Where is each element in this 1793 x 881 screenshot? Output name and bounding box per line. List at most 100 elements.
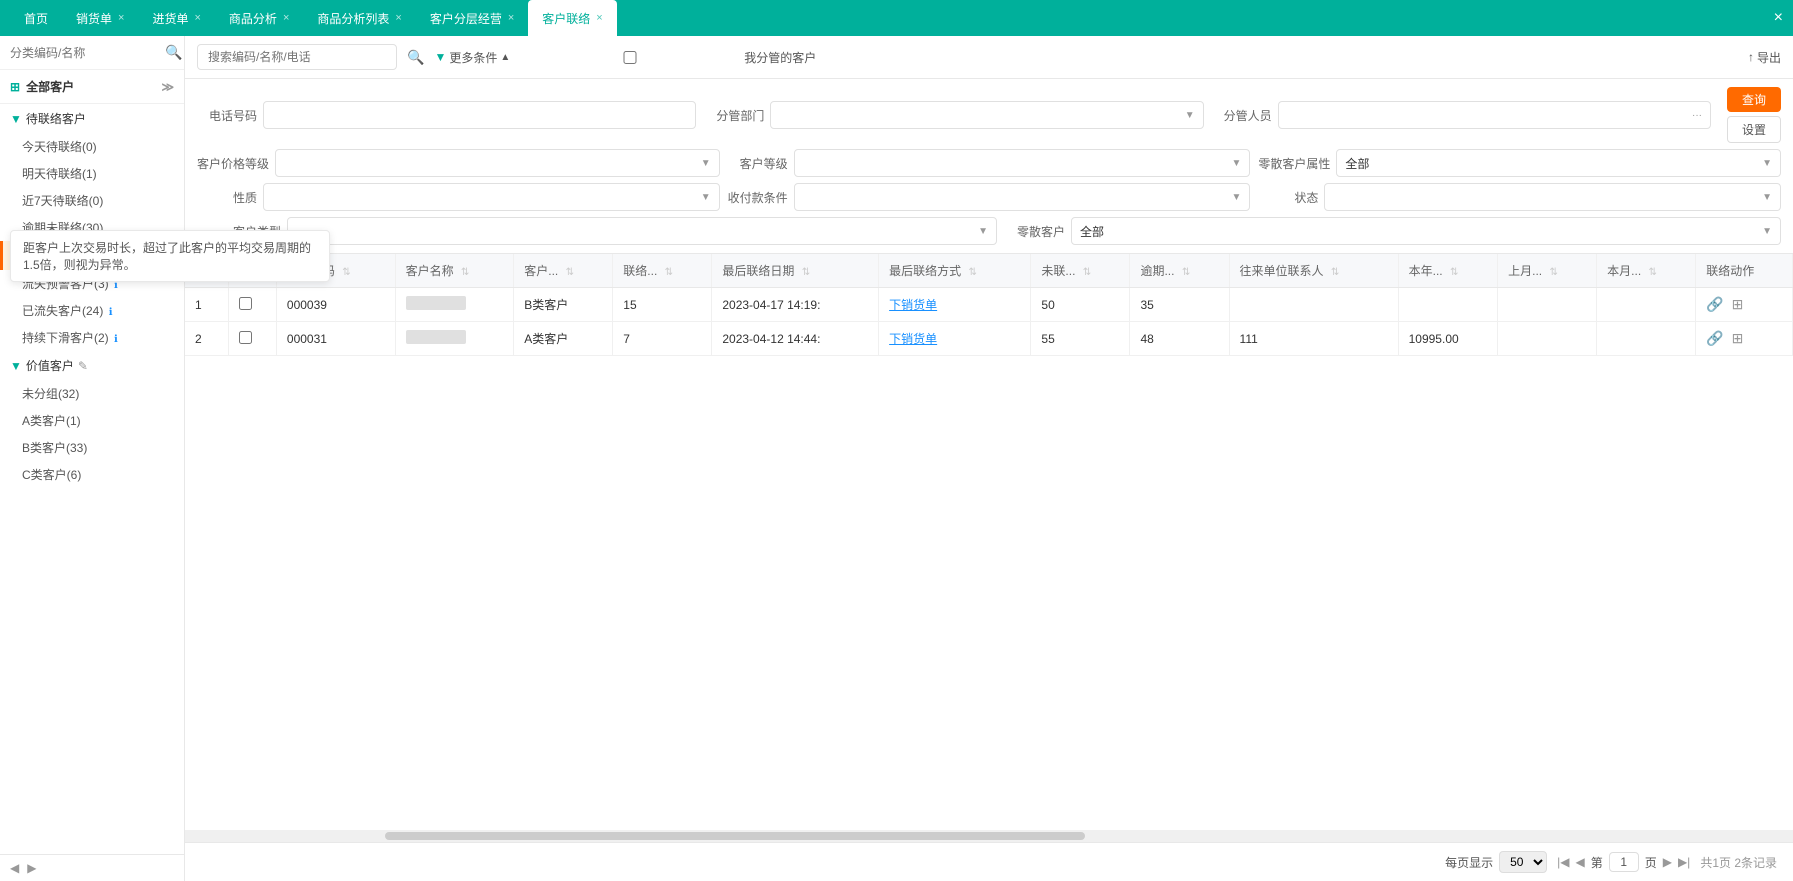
sort-way-icon: ⇅ <box>968 267 976 278</box>
sidebar-collapse-btn[interactable]: ≫ <box>161 80 174 94</box>
settings-button[interactable]: 设置 <box>1727 116 1781 143</box>
my-customer-checkbox[interactable] <box>520 51 740 64</box>
sidebar-nav-right[interactable]: ▶ <box>27 861 36 875</box>
nav-sales-close[interactable]: × <box>118 12 124 24</box>
sidebar-item-a-class[interactable]: A类客户(1) <box>0 407 184 434</box>
row1-link-icon[interactable]: 🔗 <box>1706 296 1723 313</box>
last-page-btn[interactable]: ▶| <box>1678 855 1690 869</box>
sidebar-items-pending: 今天待联络(0) 明天待联络(1) 近7天待联络(0) 逾期未联络(30) <box>0 133 184 241</box>
sidebar-items-repurchase: 流失预警客户(3) ℹ 已流失客户(24) ℹ 持续下滑客户(2) ℹ <box>0 270 184 351</box>
retail-customer-select[interactable]: 全部 ▼ <box>1071 217 1781 245</box>
row1-way[interactable]: 下销货单 <box>879 288 1031 322</box>
sidebar-item-7days[interactable]: 近7天待联络(0) <box>0 187 184 214</box>
prev-page-btn[interactable]: ◀ <box>1575 855 1584 869</box>
filter-retail-attr: 零散客户属性 全部 ▼ <box>1258 149 1781 177</box>
row1-grid-icon[interactable]: ⊞ <box>1732 296 1744 313</box>
customer-type-select[interactable]: ▼ <box>287 217 997 245</box>
retail-attr-select[interactable]: 全部 ▼ <box>1336 149 1781 177</box>
per-page-select[interactable]: 50 <box>1499 851 1547 873</box>
sort-type-icon: ⇅ <box>566 267 574 278</box>
price-level-select[interactable]: ▼ <box>275 149 720 177</box>
dept-arrow: ▼ <box>1185 110 1195 121</box>
col-last-contact-date[interactable]: 最后联络日期 ⇅ <box>712 254 879 288</box>
first-page-btn[interactable]: |◀ <box>1557 855 1569 869</box>
row2-checkbox[interactable] <box>229 322 277 356</box>
phone-input[interactable] <box>263 101 696 129</box>
filter-phone: 电话号码 <box>197 101 696 129</box>
page-num-display[interactable]: 1 <box>1609 852 1639 872</box>
nav-sales[interactable]: 销货单 × <box>62 0 138 36</box>
status-label: 状态 <box>1258 189 1318 206</box>
sidebar-item-declining[interactable]: 持续下滑客户(2) ℹ <box>0 324 184 351</box>
col-last-month[interactable]: 上月... ⇅ <box>1498 254 1597 288</box>
sidebar-group-pending[interactable]: ▼ 待联络客户 <box>0 104 184 133</box>
dept-select[interactable]: ▼ <box>770 101 1203 129</box>
col-this-year[interactable]: 本年... ⇅ <box>1398 254 1498 288</box>
sidebar-item-today[interactable]: 今天待联络(0) <box>0 133 184 160</box>
sidebar-search-area: 🔍 <box>0 36 184 70</box>
scroll-thumb[interactable] <box>385 832 1085 840</box>
nav-analysis-list-close[interactable]: × <box>395 12 401 24</box>
row1-contact: 15 <box>613 288 712 322</box>
sidebar-item-tomorrow[interactable]: 明天待联络(1) <box>0 160 184 187</box>
nav-home[interactable]: 首页 <box>10 0 62 36</box>
nav-customer-tier[interactable]: 客户分层经营 × <box>416 0 528 36</box>
sidebar-group-value[interactable]: ▼ 价值客户 ✎ <box>0 351 184 380</box>
nav-analysis-list[interactable]: 商品分析列表 × <box>303 0 415 36</box>
filter-retail-customer: 零散客户 全部 ▼ <box>1005 217 1781 245</box>
query-button[interactable]: 查询 <box>1727 87 1781 112</box>
col-unit-contacts[interactable]: 往来单位联系人 ⇅ <box>1229 254 1398 288</box>
payment-select[interactable]: ▼ <box>794 183 1251 211</box>
row1-checkbox[interactable] <box>229 288 277 322</box>
nav-customer-tier-close[interactable]: × <box>508 12 514 24</box>
row1-code[interactable]: 000039 <box>276 288 395 322</box>
sidebar-item-lost[interactable]: 已流失客户(24) ℹ <box>0 297 184 324</box>
sort-contact-icon: ⇅ <box>665 267 673 278</box>
more-filter-btn[interactable]: ▼ 更多条件 ▲ <box>434 49 510 66</box>
content-area: 🔍 ▼ 更多条件 ▲ 我分管的客户 ↑ 导出 电话号码 <box>185 36 1793 881</box>
payment-arrow: ▼ <box>1231 192 1241 203</box>
sidebar-nav-left[interactable]: ◀ <box>10 861 19 875</box>
retail-customer-arrow: ▼ <box>1762 226 1772 237</box>
nav-analysis-close[interactable]: × <box>283 12 289 24</box>
search-input[interactable] <box>197 44 397 70</box>
sidebar-search-icon[interactable]: 🔍 <box>165 44 182 61</box>
nav-analysis[interactable]: 商品分析 × <box>215 0 303 36</box>
level-select[interactable]: ▼ <box>794 149 1251 177</box>
row2-unpaid: 55 <box>1031 322 1130 356</box>
row2-way[interactable]: 下销货单 <box>879 322 1031 356</box>
retail-customer-label: 零散客户 <box>1005 223 1065 240</box>
sidebar-item-c-class[interactable]: C类客户(6) <box>0 461 184 488</box>
next-page-btn[interactable]: ▶ <box>1663 855 1672 869</box>
sidebar-search-input[interactable] <box>10 46 165 60</box>
sidebar-item-b-class[interactable]: B类客户(33) <box>0 434 184 461</box>
row2-grid-icon[interactable]: ⊞ <box>1732 330 1744 347</box>
col-name[interactable]: 客户名称 ⇅ <box>395 254 514 288</box>
nav-purchase[interactable]: 进货单 × <box>138 0 214 36</box>
horizontal-scrollbar[interactable] <box>185 830 1793 842</box>
nav-customer-contact-close[interactable]: × <box>596 12 602 24</box>
nav-purchase-close[interactable]: × <box>194 12 200 24</box>
col-type[interactable]: 客户... ⇅ <box>514 254 613 288</box>
row2-select[interactable] <box>239 331 252 344</box>
sidebar-item-ungrouped[interactable]: 未分组(32) <box>0 380 184 407</box>
edit-icon[interactable]: ✎ <box>78 359 88 373</box>
search-button[interactable]: 🔍 <box>407 49 424 66</box>
status-select[interactable]: ▼ <box>1324 183 1781 211</box>
col-overdue[interactable]: 逾期... ⇅ <box>1130 254 1229 288</box>
col-unpaid[interactable]: 未联... ⇅ <box>1031 254 1130 288</box>
my-customer-label[interactable]: 我分管的客户 <box>520 49 816 66</box>
row1-name[interactable] <box>395 288 514 322</box>
col-this-month[interactable]: 本月... ⇅ <box>1597 254 1696 288</box>
row2-link-icon[interactable]: 🔗 <box>1706 330 1723 347</box>
close-all-tabs[interactable]: × <box>1774 9 1783 27</box>
row2-name[interactable] <box>395 322 514 356</box>
nav-customer-contact[interactable]: 客户联络 × <box>528 0 616 36</box>
row2-code[interactable]: 000031 <box>276 322 395 356</box>
gender-select[interactable]: ▼ <box>263 183 720 211</box>
export-btn[interactable]: ↑ 导出 <box>1748 49 1781 66</box>
row1-select[interactable] <box>239 297 252 310</box>
col-contact[interactable]: 联络... ⇅ <box>613 254 712 288</box>
person-select[interactable]: ··· <box>1278 101 1711 129</box>
col-last-contact-way[interactable]: 最后联络方式 ⇅ <box>879 254 1031 288</box>
